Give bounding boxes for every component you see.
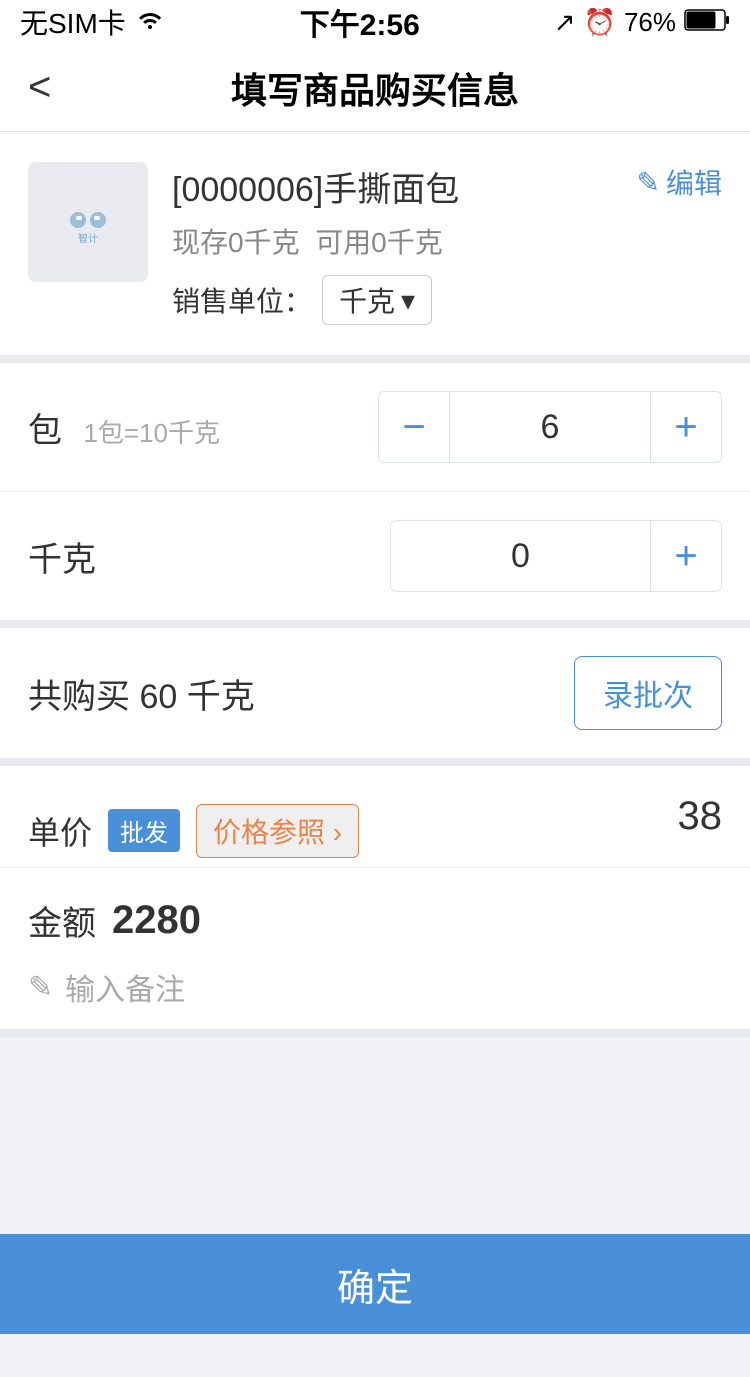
- product-stock: 现存0千克 可用0千克: [172, 221, 722, 261]
- total-row: 共购买 60 千克 录批次: [0, 628, 750, 766]
- amount-section: 金额 2280 ✎ 输入备注: [0, 868, 750, 1037]
- bao-controls: − +: [378, 391, 722, 463]
- edit-button[interactable]: ✎ 编辑: [637, 162, 722, 202]
- battery-icon: [684, 7, 730, 38]
- alarm-icon: ⏰: [584, 7, 616, 38]
- price-label: 单价: [28, 808, 92, 854]
- location-icon: ↗: [554, 7, 576, 38]
- bao-minus-button[interactable]: −: [378, 391, 450, 463]
- bao-hint: 1包=10千克: [83, 418, 220, 448]
- note-row[interactable]: ✎ 输入备注: [28, 965, 722, 1009]
- status-right: ↗ ⏰ 76%: [554, 7, 730, 38]
- battery-text: 76%: [624, 7, 676, 38]
- kg-plus-button[interactable]: +: [650, 520, 722, 592]
- product-unit-row: 销售单位： 千克 ▾: [172, 275, 722, 325]
- kg-controls: +: [390, 520, 722, 592]
- record-batch-button[interactable]: 录批次: [574, 656, 722, 730]
- page-title: 填写商品购买信息: [231, 62, 519, 114]
- bao-quantity-row: 包 1包=10千克 − +: [0, 363, 750, 492]
- pencil-icon: ✎: [28, 970, 53, 1005]
- svg-text:智计: 智计: [78, 232, 98, 245]
- kg-label: 千克: [28, 532, 390, 581]
- status-time: 下午2:56: [300, 0, 420, 44]
- amount-label: 金额: [28, 896, 96, 945]
- product-card: 智计 [0000006]手撕面包 ✎ 编辑 现存0千克 可用0千克 销售单位： …: [0, 132, 750, 363]
- note-placeholder[interactable]: 输入备注: [65, 965, 185, 1009]
- status-bar: 无SIM卡 下午2:56 ↗ ⏰ 76%: [0, 0, 750, 44]
- product-logo-icon: 智计: [58, 192, 118, 252]
- amount-row: 金额 2280: [28, 896, 722, 945]
- bao-plus-button[interactable]: +: [650, 391, 722, 463]
- confirm-button[interactable]: 确定: [0, 1234, 750, 1334]
- amount-value: 2280: [112, 898, 201, 943]
- nav-bar: < 填写商品购买信息: [0, 44, 750, 132]
- kg-input[interactable]: [390, 520, 650, 592]
- back-button[interactable]: <: [28, 65, 51, 110]
- quantity-section: 包 1包=10千克 − + 千克 +: [0, 363, 750, 628]
- bao-label: 包 1包=10千克: [28, 403, 378, 452]
- kg-quantity-row: 千克 +: [0, 492, 750, 620]
- wifi-icon: [134, 6, 166, 38]
- product-info: [0000006]手撕面包 ✎ 编辑 现存0千克 可用0千克 销售单位： 千克 …: [172, 162, 722, 325]
- price-section: 单价 批发 价格参照 › 38: [0, 766, 750, 868]
- status-left: 无SIM卡: [20, 2, 166, 42]
- bao-input[interactable]: [450, 391, 650, 463]
- total-text: 共购买 60 千克: [28, 669, 255, 718]
- edit-icon: ✎: [637, 166, 660, 199]
- price-tag: 批发: [108, 809, 180, 852]
- unit-selector[interactable]: 千克 ▾: [322, 275, 432, 325]
- product-image: 智计: [28, 162, 148, 282]
- price-ref-button[interactable]: 价格参照 ›: [196, 804, 359, 858]
- product-name: [0000006]手撕面包: [172, 162, 459, 211]
- chevron-down-icon: ▾: [401, 284, 415, 317]
- price-value: 38: [678, 794, 723, 867]
- total-amount: 60: [139, 678, 177, 716]
- carrier-text: 无SIM卡: [20, 2, 126, 42]
